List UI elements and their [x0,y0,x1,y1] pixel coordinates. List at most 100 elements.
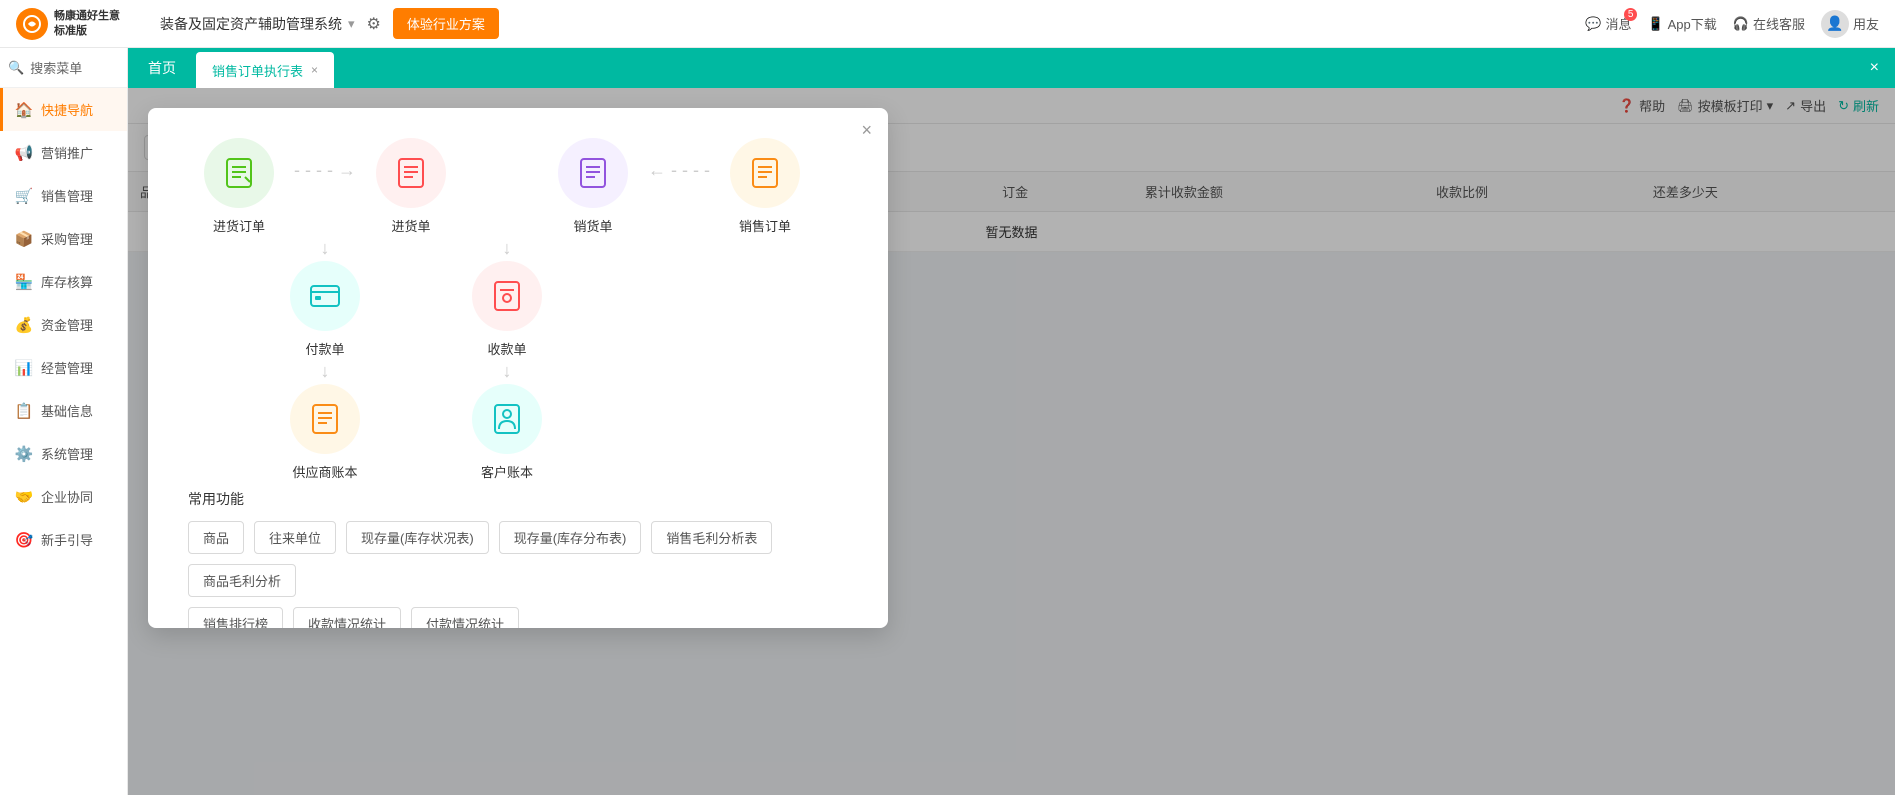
flow-row-2: ↓ ↓ [188,235,848,261]
sidebar-item-sales[interactable]: 🛒 销售管理 [0,174,127,217]
purchase-bill-icon [376,138,446,208]
sales-icon: 🛒 [15,187,33,205]
customer-account-icon [472,384,542,454]
top-right: 💬 消息 5 📱 App下载 🎧 在线客服 👤 用友 [1585,10,1879,38]
message-icon: 💬 [1585,16,1601,32]
tab-close-all-btn[interactable]: × [1870,59,1895,77]
payment-bill-node: 付款单 [290,261,360,358]
customer-account-label: 客户账本 [481,462,533,481]
experience-btn[interactable]: 体验行业方案 [393,8,499,39]
supplier-account-node: 供应商账本 [290,384,360,481]
purchase-order-icon [204,138,274,208]
page-content: ❓ 帮助 🖨 按模板打印 ▾ ↗ 导出 ↻ 刷新 [128,88,1895,795]
receipt-bill-icon [472,261,542,331]
home-icon: 🏠 [15,101,33,119]
func-sales-rank-btn[interactable]: 销售排行榜 [188,607,283,628]
purchase-order-label: 进货订单 [213,216,265,235]
supplier-account-icon [290,384,360,454]
sale-order-icon [730,138,800,208]
settings-icon[interactable]: ⚙ [367,14,381,34]
func-stock-dist-btn[interactable]: 现存量(库存分布表) [499,521,642,554]
flow-row-3: 付款单 收款单 [188,261,848,358]
payment-bill-icon [290,261,360,331]
customer-account-node: 客户账本 [472,384,542,481]
sidebar-item-operation[interactable]: 📊 经营管理 [0,346,127,389]
popup-close-btn[interactable]: × [861,120,872,141]
purchase-bill-label: 进货单 [391,216,430,235]
purchase-bill-node: 进货单 [376,138,446,235]
func-btn-row-2: 销售排行榜 收款情况统计 付款情况统计 [188,607,848,628]
tab-bar: 首页 销售订单执行表 × × [128,48,1895,88]
sidebar-item-enterprise[interactable]: 🤝 企业协同 [0,475,127,518]
payment-bill-label: 付款单 [305,339,344,358]
content-area: 首页 销售订单执行表 × × ❓ 帮助 🖨 按模板打印 [128,48,1895,795]
func-btn-row-1: 商品 往来单位 现存量(库存状况表) 现存量(库存分布表) 销售毛利分析表 商品… [188,521,848,597]
arrow-down-sale: ↓ [456,235,558,261]
flow-row-1: 进货订单 - - - - → 进货单 [188,138,848,235]
search-menu-btn[interactable]: 🔍 搜索菜单 [0,48,127,88]
arrow-left-1: ← - - - - [648,138,710,201]
func-partner-btn[interactable]: 往来单位 [254,521,336,554]
newbie-icon: 🎯 [15,531,33,549]
app-download-btn[interactable]: 📱 App下载 [1647,14,1716,33]
logo-area: 畅康通好生意 标准版 [16,8,144,40]
tab-close-btn[interactable]: × [311,63,318,77]
search-icon: 🔍 [8,60,24,76]
arrow-right-1: - - - - → [294,138,356,201]
func-product-profit-btn[interactable]: 商品毛利分析 [188,564,296,597]
arrow-down-receipt: ↓ [456,358,558,384]
logo-text: 畅康通好生意 标准版 [54,9,120,38]
purchase-order-node: 进货订单 [204,138,274,235]
receipt-bill-label: 收款单 [487,339,526,358]
flow-diagram: 进货订单 - - - - → 进货单 [188,138,848,481]
popup: × 进货订单 [148,108,888,628]
sale-order-label: 销售订单 [739,216,791,235]
dropdown-icon[interactable]: ▾ [348,16,355,32]
tab-home[interactable]: 首页 [128,48,196,88]
sidebar-item-system[interactable]: ⚙️ 系统管理 [0,432,127,475]
sidebar-item-quick-nav[interactable]: 🏠 快捷导航 [0,88,127,131]
tab-sales-order[interactable]: 销售订单执行表 × [196,52,334,88]
func-payment-stats-btn[interactable]: 付款情况统计 [411,607,519,628]
marketing-icon: 📢 [15,144,33,162]
sidebar-item-purchase[interactable]: 📦 采购管理 [0,217,127,260]
headset-icon: 🎧 [1733,16,1749,32]
supplier-account-label: 供应商账本 [292,462,357,481]
inventory-icon: 🏪 [15,273,33,291]
basicinfo-icon: 📋 [15,402,33,420]
receipt-bill-node: 收款单 [472,261,542,358]
system-title-area: 装备及固定资产辅助管理系统 ▾ ⚙ 体验行业方案 [144,8,1585,39]
sale-bill-node: 销货单 [558,138,628,235]
func-stock-status-btn[interactable]: 现存量(库存状况表) [346,521,489,554]
func-sales-profit-btn[interactable]: 销售毛利分析表 [651,521,772,554]
online-service-btn[interactable]: 🎧 在线客服 [1733,14,1805,33]
purchase-icon: 📦 [15,230,33,248]
sidebar-item-newbie[interactable]: 🎯 新手引导 [0,518,127,561]
main-area: 🔍 搜索菜单 🏠 快捷导航 📢 营销推广 🛒 销售管理 📦 [0,48,1895,795]
sidebar-item-marketing[interactable]: 📢 营销推广 [0,131,127,174]
phone-icon: 📱 [1647,16,1663,32]
common-functions-title: 常用功能 [188,489,848,509]
sale-bill-label: 销货单 [573,216,612,235]
app-wrapper: 畅康通好生意 标准版 装备及固定资产辅助管理系统 ▾ ⚙ 体验行业方案 💬 消息… [0,0,1895,795]
func-receipt-stats-btn[interactable]: 收款情况统计 [293,607,401,628]
sidebar-item-basic-info[interactable]: 📋 基础信息 [0,389,127,432]
top-bar: 畅康通好生意 标准版 装备及固定资产辅助管理系统 ▾ ⚙ 体验行业方案 💬 消息… [0,0,1895,48]
arrow-down-purchase: ↓ [274,235,376,261]
operation-icon: 📊 [15,359,33,377]
arrow-down-payment: ↓ [274,358,376,384]
finance-icon: 💰 [15,316,33,334]
enterprise-icon: 🤝 [15,488,33,506]
func-product-btn[interactable]: 商品 [188,521,244,554]
popup-overlay: × 进货订单 [128,88,1895,795]
flow-row-4: ↓ ↓ [188,358,848,384]
sidebar-item-finance[interactable]: 💰 资金管理 [0,303,127,346]
logo-icon [16,8,48,40]
sidebar-item-inventory[interactable]: 🏪 库存核算 [0,260,127,303]
common-functions: 常用功能 商品 往来单位 现存量(库存状况表) 现存量(库存分布表) 销售毛利分… [188,489,848,628]
flow-row-5: 供应商账本 客户账本 [188,384,848,481]
system-title: 装备及固定资产辅助管理系统 [160,14,342,34]
message-btn[interactable]: 💬 消息 5 [1585,14,1631,33]
user-menu[interactable]: 👤 用友 [1821,10,1879,38]
sidebar: 🔍 搜索菜单 🏠 快捷导航 📢 营销推广 🛒 销售管理 📦 [0,48,128,795]
